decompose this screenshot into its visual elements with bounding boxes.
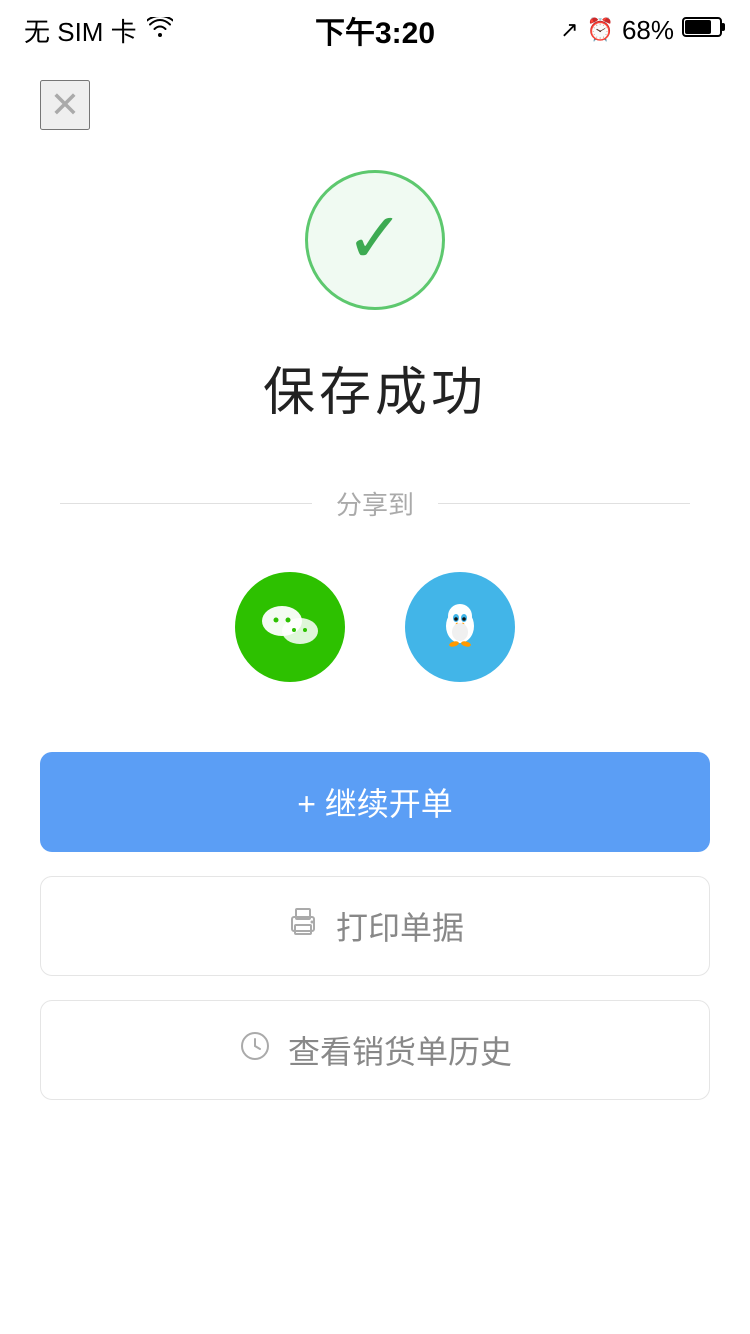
close-button[interactable]: ✕	[40, 80, 90, 130]
main-content: ✕ ✓ 保存成功 分享到	[0, 60, 750, 1100]
divider-line-right	[438, 503, 690, 504]
checkmark-icon: ✓	[346, 203, 405, 273]
history-button[interactable]: 查看销货单历史	[40, 1000, 710, 1100]
alarm-icon: ⏰	[587, 17, 614, 43]
success-circle: ✓	[305, 170, 445, 310]
share-divider: 分享到	[0, 485, 750, 522]
sim-status: 无 SIM 卡	[24, 12, 137, 49]
close-icon: ✕	[50, 87, 80, 123]
print-button-label: 打印单据	[336, 903, 464, 949]
wechat-share-button[interactable]	[235, 572, 345, 682]
battery-icon	[682, 16, 726, 45]
continue-button[interactable]: + 继续开单	[40, 752, 710, 852]
divider-line-left	[60, 503, 312, 504]
qq-share-button[interactable]	[405, 572, 515, 682]
status-left: 无 SIM 卡	[24, 12, 173, 49]
print-button[interactable]: 打印单据	[40, 876, 710, 976]
wechat-icon	[256, 593, 324, 661]
continue-button-label: + 继续开单	[297, 779, 453, 825]
status-time: 下午3:20	[315, 8, 435, 52]
printer-icon	[286, 905, 320, 947]
location-icon: ↗	[560, 17, 578, 43]
status-bar: 无 SIM 卡 下午3:20 ↗ ⏰ 68%	[0, 0, 750, 60]
history-icon	[238, 1029, 272, 1071]
qq-icon	[429, 596, 491, 658]
success-title: 保存成功	[263, 350, 487, 425]
share-icons-row	[235, 572, 515, 682]
wifi-icon	[147, 17, 173, 43]
close-button-row: ✕	[0, 60, 750, 150]
share-divider-text: 分享到	[312, 485, 438, 522]
actions-section: + 继续开单 打印单据 查看销货单历史	[0, 752, 750, 1100]
status-right: ↗ ⏰ 68%	[560, 15, 726, 46]
history-button-label: 查看销货单历史	[288, 1027, 512, 1073]
battery-percent: 68%	[622, 15, 674, 46]
success-icon-wrapper: ✓	[305, 170, 445, 310]
